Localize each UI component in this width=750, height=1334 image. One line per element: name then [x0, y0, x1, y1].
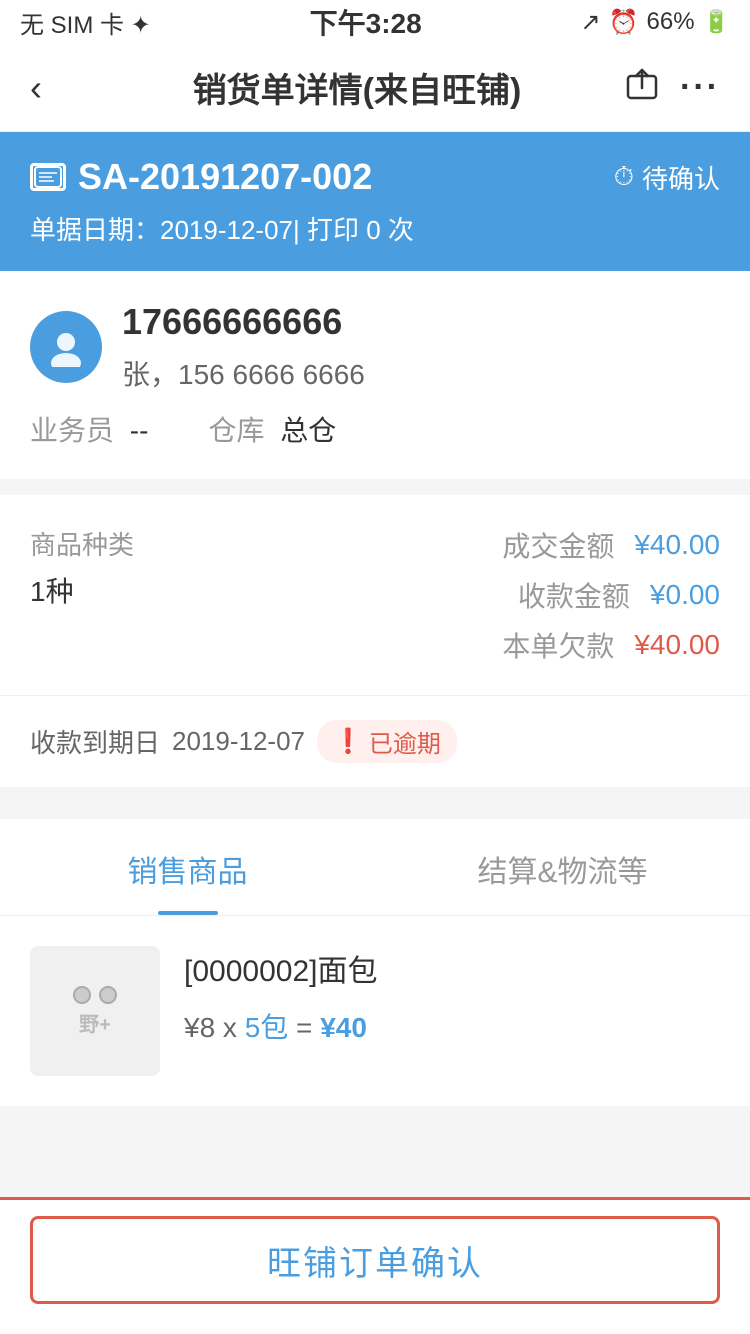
due-label: 收款到期日 — [30, 723, 160, 760]
staff-meta: 业务员 -- — [30, 409, 148, 449]
share-icon[interactable] — [624, 66, 660, 110]
order-id-text: SA-20191207-002 — [78, 156, 372, 198]
location-icon: ↗ — [581, 8, 601, 37]
nav-actions: ··· — [624, 66, 720, 110]
divider-1 — [0, 479, 750, 495]
category-label: 商品种类 — [30, 525, 134, 562]
overdue-text: 已逾期 — [369, 724, 441, 759]
product-item: 野+ [0000002]面包 ¥8 x 5包 = ¥40 — [30, 946, 720, 1076]
nav-bar: ‹ 销货单详情(来自旺铺) ··· — [0, 44, 750, 132]
amount-received: 收款金额 ¥0.00 — [518, 575, 720, 615]
customer-meta: 业务员 -- 仓库 总仓 — [30, 409, 720, 449]
bottom-bar: 旺铺订单确认 — [0, 1197, 750, 1334]
product-qty: 5包 — [245, 1012, 289, 1043]
more-icon[interactable]: ··· — [680, 68, 720, 107]
product-total: ¥40 — [320, 1012, 367, 1043]
customer-row: 17666666666 张，156 6666 6666 — [30, 301, 720, 393]
summary-section: 商品种类 1种 成交金额 ¥40.00 收款金额 ¥0.00 本单欠款 ¥40.… — [0, 495, 750, 695]
amount-owed-label: 本单欠款 — [502, 625, 614, 665]
order-id-icon — [30, 163, 66, 191]
product-section: 野+ [0000002]面包 ¥8 x 5包 = ¥40 — [0, 916, 750, 1106]
status-clock-icon: ⏱ — [614, 161, 634, 193]
product-price: ¥8 x — [184, 1012, 245, 1043]
amount-received-label: 收款金额 — [518, 575, 630, 615]
due-date-section: 收款到期日 2019-12-07 ❗ 已逾期 — [0, 695, 750, 787]
divider-2 — [0, 787, 750, 803]
status-bar: 无 SIM 卡 ✦ 下午3:28 ↗ ⏰ 66% 🔋 — [0, 0, 750, 44]
sim-status: 无 SIM 卡 ✦ — [20, 5, 151, 40]
tabs-section: 销售商品 结算&物流等 野+ [0000002]面包 ¥8 x 5包 = ¥40 — [0, 819, 750, 1106]
product-thumbnail: 野+ — [30, 946, 160, 1076]
amount-deal: 成交金额 ¥40.00 — [502, 525, 720, 565]
owl-eyes — [73, 986, 117, 1004]
order-id: SA-20191207-002 — [30, 156, 372, 198]
customer-info: 17666666666 张，156 6666 6666 — [122, 301, 365, 393]
order-status: ⏱ 待确认 — [614, 159, 720, 196]
product-separator: = — [288, 1012, 320, 1043]
customer-section: 17666666666 张，156 6666 6666 业务员 -- 仓库 总仓 — [0, 271, 750, 479]
order-date: 单据日期：2019-12-07| 打印 0 次 — [30, 210, 720, 247]
overdue-badge: ❗ 已逾期 — [317, 720, 457, 763]
amount-deal-label: 成交金额 — [502, 525, 614, 565]
tab-sales-product[interactable]: 销售商品 — [0, 819, 375, 915]
amount-owed-value: ¥40.00 — [634, 629, 720, 661]
back-button[interactable]: ‹ — [30, 67, 90, 109]
status-right: ↗ ⏰ 66% 🔋 — [581, 8, 730, 37]
customer-phone: 17666666666 — [122, 301, 365, 343]
amount-received-value: ¥0.00 — [650, 579, 720, 611]
owl-eye-left — [73, 986, 91, 1004]
category-value: 1种 — [30, 570, 134, 610]
order-header: SA-20191207-002 ⏱ 待确认 单据日期：2019-12-07| 打… — [0, 132, 750, 271]
summary-right: 成交金额 ¥40.00 收款金额 ¥0.00 本单欠款 ¥40.00 — [502, 525, 720, 665]
warehouse-value: 总仓 — [280, 415, 336, 446]
tabs-row: 销售商品 结算&物流等 — [0, 819, 750, 916]
tab-settlement[interactable]: 结算&物流等 — [375, 819, 750, 915]
order-id-row: SA-20191207-002 ⏱ 待确认 — [30, 156, 720, 198]
product-thumb-inner: 野+ — [73, 986, 117, 1037]
status-time: 下午3:28 — [310, 2, 422, 42]
staff-value: -- — [130, 415, 149, 446]
status-left: 无 SIM 卡 ✦ — [20, 5, 151, 40]
alarm-icon: ⏰ — [609, 8, 639, 37]
owl-eye-right — [99, 986, 117, 1004]
overdue-icon: ❗ — [333, 727, 363, 756]
product-price-row: ¥8 x 5包 = ¥40 — [184, 1006, 720, 1046]
order-status-text: 待确认 — [642, 159, 720, 196]
warehouse-label: 仓库 — [208, 415, 264, 446]
product-name: [0000002]面包 — [184, 946, 720, 990]
amount-owed: 本单欠款 ¥40.00 — [502, 625, 720, 665]
due-date-value: 2019-12-07 — [172, 726, 305, 757]
owl-text: 野+ — [79, 1008, 111, 1037]
avatar — [30, 311, 102, 383]
page-title: 销货单详情(来自旺铺) — [90, 63, 624, 112]
battery-icon: 🔋 — [703, 9, 730, 35]
customer-contact: 张，156 6666 6666 — [122, 353, 365, 393]
battery-status: 66% — [647, 8, 695, 36]
warehouse-meta: 仓库 总仓 — [208, 409, 336, 449]
staff-label: 业务员 — [30, 415, 114, 446]
confirm-order-button[interactable]: 旺铺订单确认 — [30, 1216, 720, 1304]
amount-deal-value: ¥40.00 — [634, 529, 720, 561]
summary-left: 商品种类 1种 — [30, 525, 134, 610]
product-info: [0000002]面包 ¥8 x 5包 = ¥40 — [184, 946, 720, 1046]
